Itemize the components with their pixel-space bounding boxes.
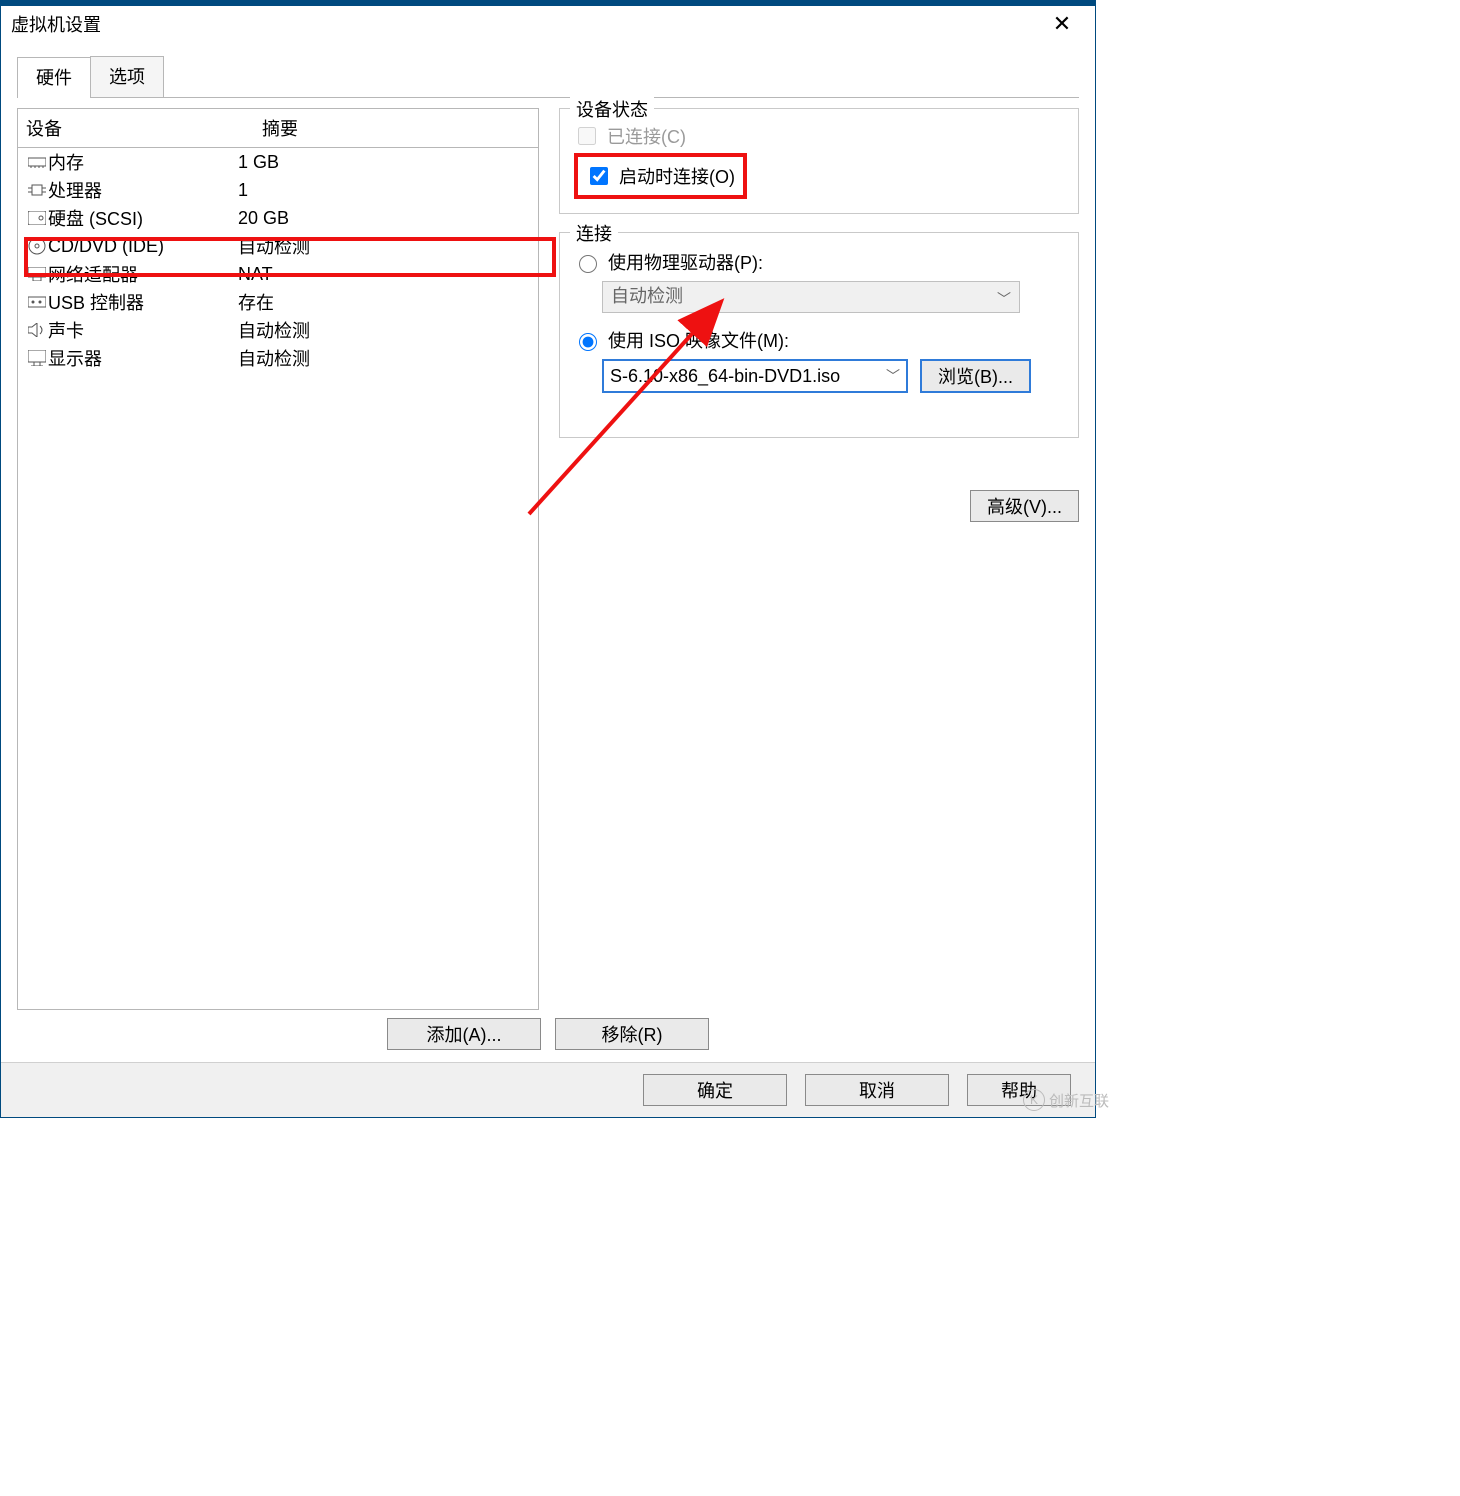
device-status-group: 设备状态 已连接(C) 启动时连接(O) bbox=[559, 108, 1079, 214]
use-physical-input[interactable] bbox=[579, 255, 597, 273]
connection-legend: 连接 bbox=[570, 220, 618, 246]
device-list-header: 设备 摘要 bbox=[18, 109, 538, 148]
device-name: USB 控制器 bbox=[48, 289, 238, 315]
physical-drive-select: 自动检测 ﹀ bbox=[602, 281, 1020, 313]
memory-icon bbox=[26, 156, 48, 168]
device-name: 网络适配器 bbox=[48, 261, 238, 287]
device-row-memory[interactable]: 内存 1 GB bbox=[18, 148, 538, 176]
connected-checkbox: 已连接(C) bbox=[574, 123, 1064, 149]
device-summary: 自动检测 bbox=[238, 233, 530, 259]
iso-row: S-6.10-x86_64-bin-DVD1.iso ﹀ 浏览(B)... bbox=[602, 359, 1064, 393]
use-physical-radio[interactable]: 使用物理驱动器(P): bbox=[574, 249, 1064, 275]
client-area: 硬件 选项 设备 摘要 内存 1 GB 处理器 bbox=[1, 42, 1095, 1062]
device-row-nic[interactable]: 网络适配器 NAT bbox=[18, 260, 538, 288]
device-summary: 存在 bbox=[238, 289, 530, 315]
display-icon bbox=[26, 350, 48, 366]
physical-drive-value: 自动检测 bbox=[611, 286, 683, 306]
cancel-button[interactable]: 取消 bbox=[805, 1074, 949, 1106]
use-iso-label: 使用 ISO 映像文件(M): bbox=[608, 327, 789, 353]
connect-on-start-label: 启动时连接(O) bbox=[619, 163, 735, 189]
advanced-button[interactable]: 高级(V)... bbox=[970, 490, 1079, 522]
device-summary: 1 bbox=[238, 180, 530, 201]
use-physical-label: 使用物理驱动器(P): bbox=[608, 249, 763, 275]
device-row-cddvd[interactable]: CD/DVD (IDE) 自动检测 bbox=[18, 232, 538, 260]
tab-options[interactable]: 选项 bbox=[90, 56, 164, 97]
device-row-usb[interactable]: USB 控制器 存在 bbox=[18, 288, 538, 316]
connected-label: 已连接(C) bbox=[607, 123, 686, 149]
advanced-row: 高级(V)... bbox=[559, 490, 1079, 522]
watermark: K 创新互联 bbox=[1023, 1089, 1109, 1111]
header-summary: 摘要 bbox=[254, 109, 306, 147]
disc-icon bbox=[26, 237, 48, 255]
chevron-down-icon[interactable]: ﹀ bbox=[886, 366, 900, 386]
device-rows: 内存 1 GB 处理器 1 硬盘 (SCSI) 20 GB bbox=[18, 148, 538, 372]
connect-on-start-input[interactable] bbox=[590, 167, 608, 185]
device-status-legend: 设备状态 bbox=[570, 96, 654, 122]
use-iso-input[interactable] bbox=[579, 333, 597, 351]
sound-icon bbox=[26, 323, 48, 337]
device-summary: 自动检测 bbox=[238, 345, 530, 371]
device-summary: NAT bbox=[238, 264, 530, 285]
watermark-text: 创新互联 bbox=[1049, 1090, 1109, 1111]
device-name: 硬盘 (SCSI) bbox=[48, 205, 238, 231]
browse-button[interactable]: 浏览(B)... bbox=[920, 359, 1031, 393]
vm-settings-window: 虚拟机设置 ✕ 硬件 选项 设备 摘要 内存 1 GB bbox=[0, 0, 1096, 1118]
disk-icon bbox=[26, 211, 48, 225]
device-name: 显示器 bbox=[48, 345, 238, 371]
header-device: 设备 bbox=[18, 109, 254, 147]
device-name: 处理器 bbox=[48, 177, 238, 203]
ok-button[interactable]: 确定 bbox=[643, 1074, 787, 1106]
iso-path-combo[interactable]: S-6.10-x86_64-bin-DVD1.iso ﹀ bbox=[602, 359, 908, 393]
device-name: 声卡 bbox=[48, 317, 238, 343]
connect-on-start-checkbox[interactable]: 启动时连接(O) bbox=[586, 163, 735, 189]
tab-bar: 硬件 选项 bbox=[17, 56, 1079, 98]
add-button[interactable]: 添加(A)... bbox=[387, 1018, 541, 1050]
remove-button[interactable]: 移除(R) bbox=[555, 1018, 709, 1050]
cpu-icon bbox=[26, 181, 48, 199]
device-row-sound[interactable]: 声卡 自动检测 bbox=[18, 316, 538, 344]
connection-group: 连接 使用物理驱动器(P): 自动检测 ﹀ 使用 ISO 映像文件(M): bbox=[559, 232, 1079, 438]
window-title: 虚拟机设置 bbox=[11, 11, 1039, 37]
watermark-icon: K bbox=[1023, 1089, 1045, 1111]
device-summary: 自动检测 bbox=[238, 317, 530, 343]
device-list-panel: 设备 摘要 内存 1 GB 处理器 1 bbox=[17, 108, 539, 1010]
device-summary: 1 GB bbox=[238, 152, 530, 173]
title-bar: 虚拟机设置 ✕ bbox=[1, 6, 1095, 42]
settings-panel: 设备状态 已连接(C) 启动时连接(O) 连接 bbox=[559, 108, 1079, 1010]
device-row-display[interactable]: 显示器 自动检测 bbox=[18, 344, 538, 372]
use-iso-radio[interactable]: 使用 ISO 映像文件(M): bbox=[574, 327, 1064, 353]
device-name: 内存 bbox=[48, 149, 238, 175]
tab-hardware[interactable]: 硬件 bbox=[17, 57, 91, 98]
add-remove-row: 添加(A)... 移除(R) bbox=[17, 1018, 1079, 1050]
nic-icon bbox=[26, 267, 48, 281]
device-summary: 20 GB bbox=[238, 208, 530, 229]
chevron-down-icon: ﹀ bbox=[997, 289, 1011, 309]
device-name: CD/DVD (IDE) bbox=[48, 236, 238, 257]
dialog-footer: 确定 取消 帮助 bbox=[1, 1062, 1095, 1117]
close-icon[interactable]: ✕ bbox=[1039, 6, 1085, 42]
device-row-cpu[interactable]: 处理器 1 bbox=[18, 176, 538, 204]
highlight-annotation: 启动时连接(O) bbox=[574, 153, 747, 199]
device-row-disk[interactable]: 硬盘 (SCSI) 20 GB bbox=[18, 204, 538, 232]
columns: 设备 摘要 内存 1 GB 处理器 1 bbox=[17, 108, 1079, 1010]
connected-checkbox-input bbox=[578, 127, 596, 145]
usb-icon bbox=[26, 295, 48, 309]
iso-path-value: S-6.10-x86_64-bin-DVD1.iso bbox=[610, 366, 840, 387]
